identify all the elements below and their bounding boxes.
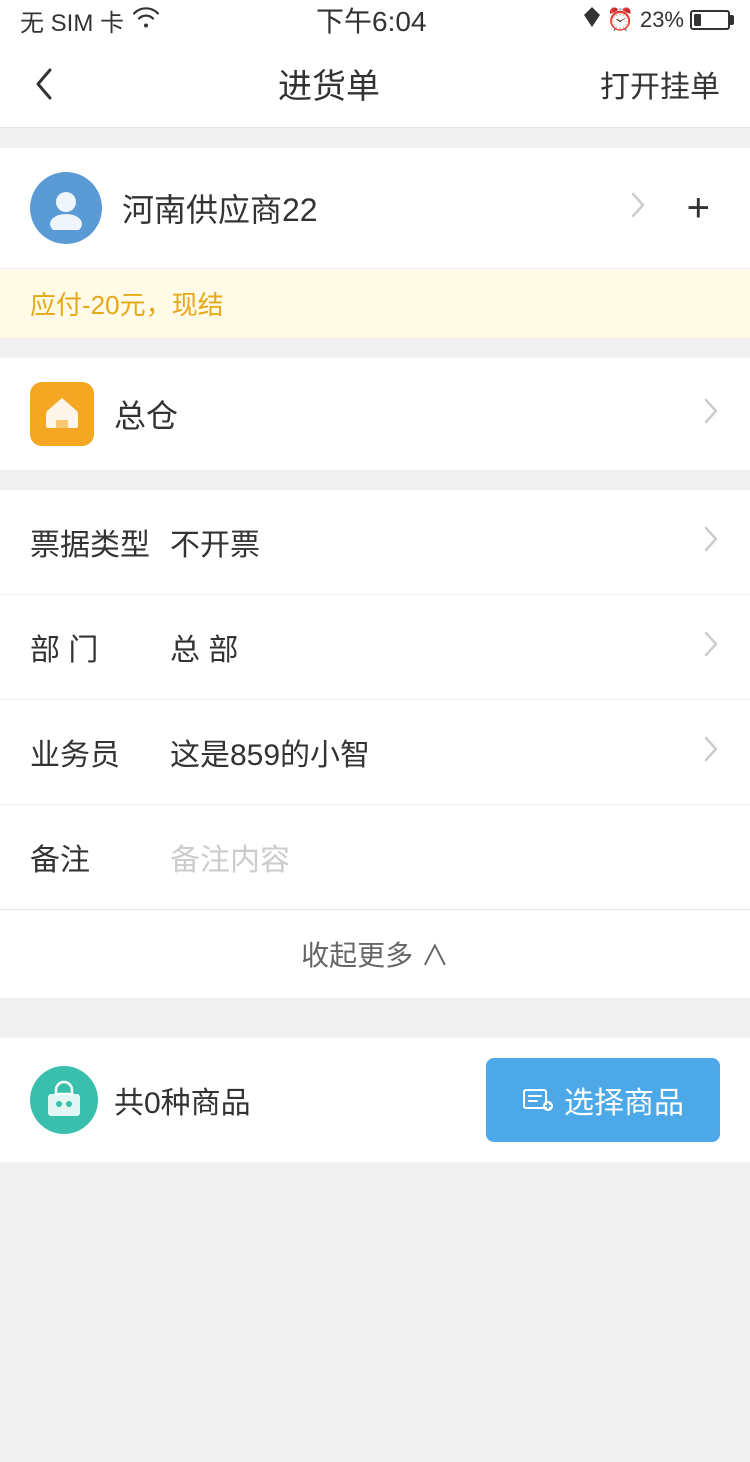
collapse-label: 收起更多 ∧	[301, 934, 449, 974]
location-icon	[583, 6, 601, 34]
supplier-chevron-icon	[629, 190, 647, 227]
department-value: 总 部	[170, 625, 692, 669]
form-row-department[interactable]: 部 门 总 部	[0, 595, 750, 700]
status-right: ⏰ 23%	[583, 6, 730, 34]
warehouse-chevron-icon	[702, 396, 720, 433]
invoice-value: 不开票	[170, 520, 692, 564]
supplier-avatar	[30, 172, 102, 244]
status-left: 无 SIM 卡	[20, 3, 160, 38]
remark-label: 备注	[30, 835, 170, 879]
invoice-label: 票据类型	[30, 520, 170, 564]
select-product-button[interactable]: 选择商品	[486, 1058, 720, 1142]
notice-banner: 应付-20元，现结	[0, 269, 750, 338]
form-row-invoice[interactable]: 票据类型 不开票	[0, 490, 750, 595]
battery-icon	[690, 10, 730, 30]
product-icon	[30, 1066, 98, 1134]
supplier-row[interactable]: 河南供应商22 +	[0, 148, 750, 269]
department-chevron-icon	[702, 629, 720, 666]
remark-value[interactable]: 备注内容	[170, 835, 720, 879]
collapse-button[interactable]: 收起更多 ∧	[0, 909, 750, 998]
add-button[interactable]: +	[677, 186, 720, 231]
form-row-remark[interactable]: 备注 备注内容	[0, 805, 750, 909]
select-product-label: 选择商品	[564, 1078, 684, 1122]
main-background	[0, 1162, 750, 1462]
section-divider-1	[0, 128, 750, 148]
invoice-chevron-icon	[702, 524, 720, 561]
warehouse-icon	[30, 382, 94, 446]
supplier-section: 河南供应商22 + 应付-20元，现结	[0, 148, 750, 338]
warehouse-section: 总仓	[0, 358, 750, 470]
battery-percent: 23%	[640, 7, 684, 33]
salesperson-value: 这是859的小智	[170, 730, 692, 774]
wifi-icon	[132, 6, 160, 35]
department-label: 部 门	[30, 625, 170, 669]
back-button[interactable]	[30, 62, 58, 106]
form-row-salesperson[interactable]: 业务员 这是859的小智	[0, 700, 750, 805]
open-pending-button[interactable]: 打开挂单	[600, 62, 720, 106]
form-section: 票据类型 不开票 部 门 总 部 业务员 这是859的小智 备注 备注内容	[0, 490, 750, 909]
section-divider-2	[0, 338, 750, 358]
status-time: 下午6:04	[316, 0, 427, 40]
nav-bar: 进货单 打开挂单	[0, 40, 750, 128]
notice-text: 应付-20元，现结	[30, 290, 224, 320]
status-bar: 无 SIM 卡 下午6:04 ⏰ 23%	[0, 0, 750, 40]
bottom-bar: 共0种商品 选择商品	[0, 1038, 750, 1162]
salesperson-label: 业务员	[30, 730, 170, 774]
page-title: 进货单	[278, 59, 380, 108]
product-count-label: 共0种商品	[114, 1078, 251, 1122]
section-divider-3	[0, 998, 750, 1018]
warehouse-name: 总仓	[114, 391, 702, 437]
alarm-icon: ⏰	[607, 7, 634, 33]
supplier-name: 河南供应商22	[122, 185, 629, 231]
product-count-area: 共0种商品	[30, 1066, 251, 1134]
salesperson-chevron-icon	[702, 734, 720, 771]
warehouse-row[interactable]: 总仓	[0, 358, 750, 470]
carrier-label: 无 SIM 卡	[20, 3, 124, 38]
